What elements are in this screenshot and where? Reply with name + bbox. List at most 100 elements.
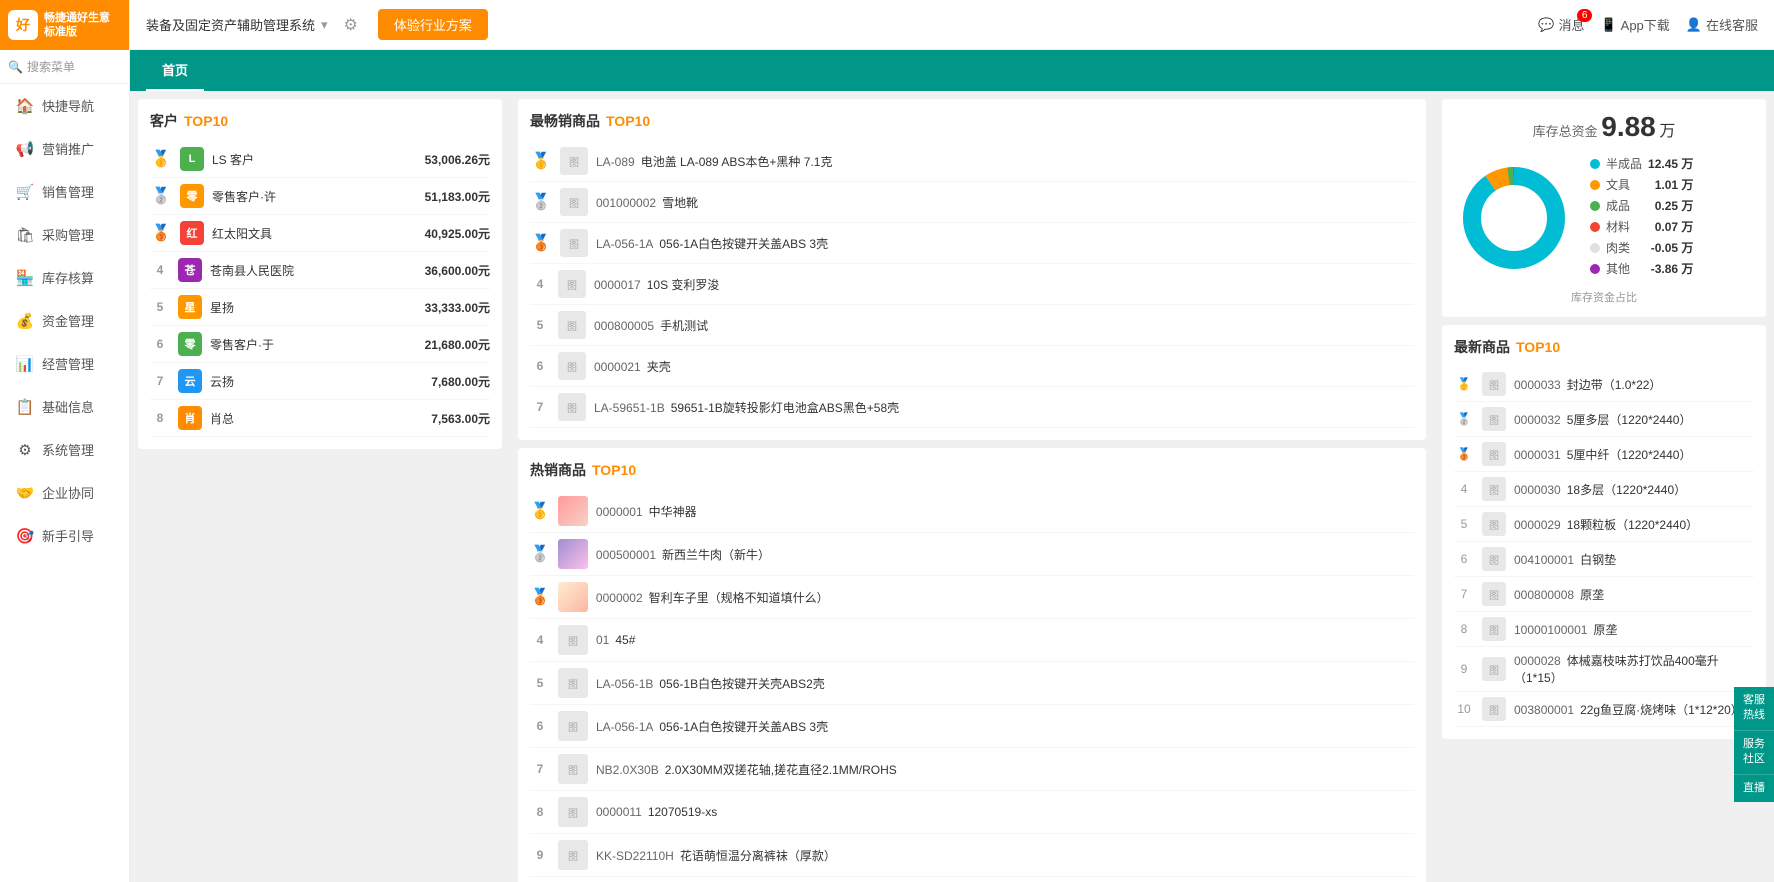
customer-rank-row: 🥇 L LS 客户 53,006.26元 — [150, 141, 490, 178]
inventory-total: 库存总资金 9.88 万 — [1454, 111, 1754, 143]
product-info: LA-056-1A056-1A白色按键开关盖ABS 3壳 — [596, 235, 1414, 252]
new-product-info: 10000100001原垄 — [1514, 621, 1754, 638]
product-info: LA-089电池盖 LA-089 ABS本色+黑种 7.1克 — [596, 153, 1414, 170]
hot-product-row: 4 图 0145# — [530, 619, 1414, 662]
new-product-info: 004100001白钢垫 — [1514, 551, 1754, 568]
best-product-row: 🥉 图 LA-056-1A056-1A白色按键开关盖ABS 3壳 — [530, 223, 1414, 264]
sidebar-item-operation[interactable]: 📊经营管理 — [0, 342, 129, 385]
new-product-row: 6 图 004100001白钢垫 — [1454, 542, 1754, 577]
best-product-row: 🥈 图 001000002雪地靴 — [530, 182, 1414, 223]
hot-product-info: 0000002智利车子里（规格不知道填什么） — [596, 589, 1414, 606]
product-info: 000001710S 变利罗浚 — [594, 276, 1414, 293]
product-img: 图 — [558, 393, 586, 421]
new-product-row: 🥉 图 00000315厘中纤（1220*2440） — [1454, 437, 1754, 472]
sidebar-label-sales: 销售管理 — [42, 182, 94, 201]
new-product-row: 4 图 000003018多层（1220*2440） — [1454, 472, 1754, 507]
customer-value: 40,925.00元 — [425, 225, 490, 242]
legend-label: 肉类 — [1606, 239, 1645, 256]
inventory-legend: 半成品 12.45 万 文具 1.01 万 成品 0.25 万 材料 0.07 … — [1590, 155, 1693, 281]
app-download-button[interactable]: 📱 App下载 — [1600, 15, 1669, 34]
rank-medal: 🥈 — [530, 544, 550, 564]
rank-medal: 🥈 — [1454, 412, 1474, 426]
hot-product-info: LA-056-1A056-1A白色按键开关盖ABS 3壳 — [596, 718, 1414, 735]
service-icon: 👤 — [1686, 17, 1702, 33]
rank-medal: 🥇 — [150, 148, 172, 170]
customer-rank-row: 🥉 红 红太阳文具 40,925.00元 — [150, 215, 490, 252]
sidebar-item-marketing[interactable]: 📢营销推广 — [0, 127, 129, 170]
product-img: 图 — [560, 229, 588, 257]
new-product-info: 000003018多层（1220*2440） — [1514, 481, 1754, 498]
hot-product-img: 图 — [558, 668, 588, 698]
rank-medal: 🥈 — [150, 185, 172, 207]
sidebar-item-sales[interactable]: 🛒销售管理 — [0, 170, 129, 213]
online-service-button[interactable]: 👤 在线客服 — [1686, 15, 1758, 34]
hot-product-row: 5 图 LA-056-1B056-1B白色按键开关壳ABS2壳 — [530, 662, 1414, 705]
quick-nav-icon: 🏠 — [16, 97, 34, 115]
rank-medal: 🥉 — [530, 587, 550, 607]
hot-product-info: 0145# — [596, 633, 1414, 647]
rank-number: 5 — [530, 676, 550, 690]
sidebar-item-guide[interactable]: 🎯新手引导 — [0, 514, 129, 557]
customer-value: 53,006.26元 — [425, 151, 490, 168]
operation-icon: 📊 — [16, 355, 34, 373]
customer-value: 21,680.00元 — [425, 336, 490, 353]
sidebar-label-guide: 新手引导 — [42, 526, 94, 545]
product-img: 图 — [558, 270, 586, 298]
topbar-right: 💬 消息 6 📱 App下载 👤 在线客服 — [1538, 15, 1758, 34]
rank-number: 9 — [530, 848, 550, 862]
system-title: 装备及固定资产辅助管理系统 ▾ — [146, 15, 328, 34]
float-button[interactable]: 直播 — [1734, 775, 1774, 802]
legend-label: 半成品 — [1606, 155, 1642, 172]
main-area: 装备及固定资产辅助管理系统 ▾ ⚙ 体验行业方案 💬 消息 6 📱 App下载 … — [130, 0, 1774, 882]
sidebar-item-system[interactable]: ⚙系统管理 — [0, 428, 129, 471]
sidebar: 好 畅捷通好生意 标准版 🔍 搜索菜单 🏠 快捷导航 📢营销推广🛒销售管理 🛍 采购管理… — [0, 0, 130, 882]
float-button[interactable]: 客服 热线 — [1734, 687, 1774, 731]
legend-dot — [1590, 222, 1600, 232]
rank-number: 6 — [530, 719, 550, 733]
new-product-row: 8 图 10000100001原垄 — [1454, 612, 1754, 647]
sidebar-item-inventory[interactable]: 🏪库存核算 — [0, 256, 129, 299]
hot-product-row: 6 图 LA-056-1A056-1A白色按键开关盖ABS 3壳 — [530, 705, 1414, 748]
customer-rank-row: 8 肖 肖总 7,563.00元 — [150, 400, 490, 437]
best-product-list: 🥇 图 LA-089电池盖 LA-089 ABS本色+黑种 7.1克 🥈 图 0… — [530, 141, 1414, 428]
sidebar-item-basic[interactable]: 📋基础信息 — [0, 385, 129, 428]
best-product-row: 5 图 000800005手机测试 — [530, 305, 1414, 346]
new-product-img: 图 — [1482, 582, 1506, 606]
trial-button[interactable]: 体验行业方案 — [378, 9, 488, 40]
content-area: 客户 TOP10 🥇 L LS 客户 53,006.26元 🥈 零 零售客户·许… — [130, 91, 1774, 882]
product-info: LA-59651-1B59651-1B旋转投影灯电池盒ABS黑色+58壳 — [594, 399, 1414, 416]
left-column: 客户 TOP10 🥇 L LS 客户 53,006.26元 🥈 零 零售客户·许… — [130, 91, 510, 882]
rank-number: 6 — [530, 356, 550, 376]
legend-label: 成品 — [1606, 197, 1649, 214]
hot-product-info: 0000001中华神器 — [596, 503, 1414, 520]
new-product-list: 🥇 图 0000033封边带（1.0*22） 🥈 图 00000325厘多层（1… — [1454, 367, 1754, 727]
legend-dot — [1590, 264, 1600, 274]
gear-icon[interactable]: ⚙ — [344, 15, 358, 35]
customer-rank-row: 5 星 星扬 33,333.00元 — [150, 289, 490, 326]
sidebar-item-purchase[interactable]: 🛍 采购管理 — [0, 213, 129, 256]
sidebar-item-enterprise[interactable]: 🤝企业协同 — [0, 471, 129, 514]
app-logo: 好 畅捷通好生意 标准版 — [0, 0, 129, 50]
purchase-icon: 🛍 — [16, 226, 34, 244]
message-button[interactable]: 💬 消息 6 — [1538, 15, 1584, 34]
customer-value: 51,183.00元 — [425, 188, 490, 205]
sidebar-label-finance: 资金管理 — [42, 311, 94, 330]
nav-home[interactable]: 首页 — [146, 50, 204, 91]
search-menu[interactable]: 🔍 搜索菜单 — [0, 50, 129, 84]
hot-product-row: 🥉 0000002智利车子里（规格不知道填什么） — [530, 576, 1414, 619]
float-button[interactable]: 服务 社区 — [1734, 731, 1774, 775]
customer-name: 云扬 — [210, 373, 423, 390]
product-info: 001000002雪地靴 — [596, 194, 1414, 211]
sidebar-label-purchase: 采购管理 — [42, 225, 94, 244]
topbar: 装备及固定资产辅助管理系统 ▾ ⚙ 体验行业方案 💬 消息 6 📱 App下载 … — [130, 0, 1774, 50]
sidebar-label-quick-nav: 快捷导航 — [42, 96, 94, 115]
sidebar-item-finance[interactable]: 💰资金管理 — [0, 299, 129, 342]
legend-row: 其他 -3.86 万 — [1590, 260, 1693, 277]
customer-value: 7,563.00元 — [431, 410, 490, 427]
rank-number: 8 — [530, 805, 550, 819]
hot-product-img — [558, 582, 588, 612]
product-info: 000800005手机测试 — [594, 317, 1414, 334]
sidebar-item-quick-nav[interactable]: 🏠 快捷导航 — [0, 84, 129, 127]
hot-product-info: NB2.0X30B2.0X30MM双搓花轴,搓花直径2.1MM/ROHS — [596, 761, 1414, 778]
donut-chart-section: 半成品 12.45 万 文具 1.01 万 成品 0.25 万 材料 0.07 … — [1454, 155, 1754, 281]
